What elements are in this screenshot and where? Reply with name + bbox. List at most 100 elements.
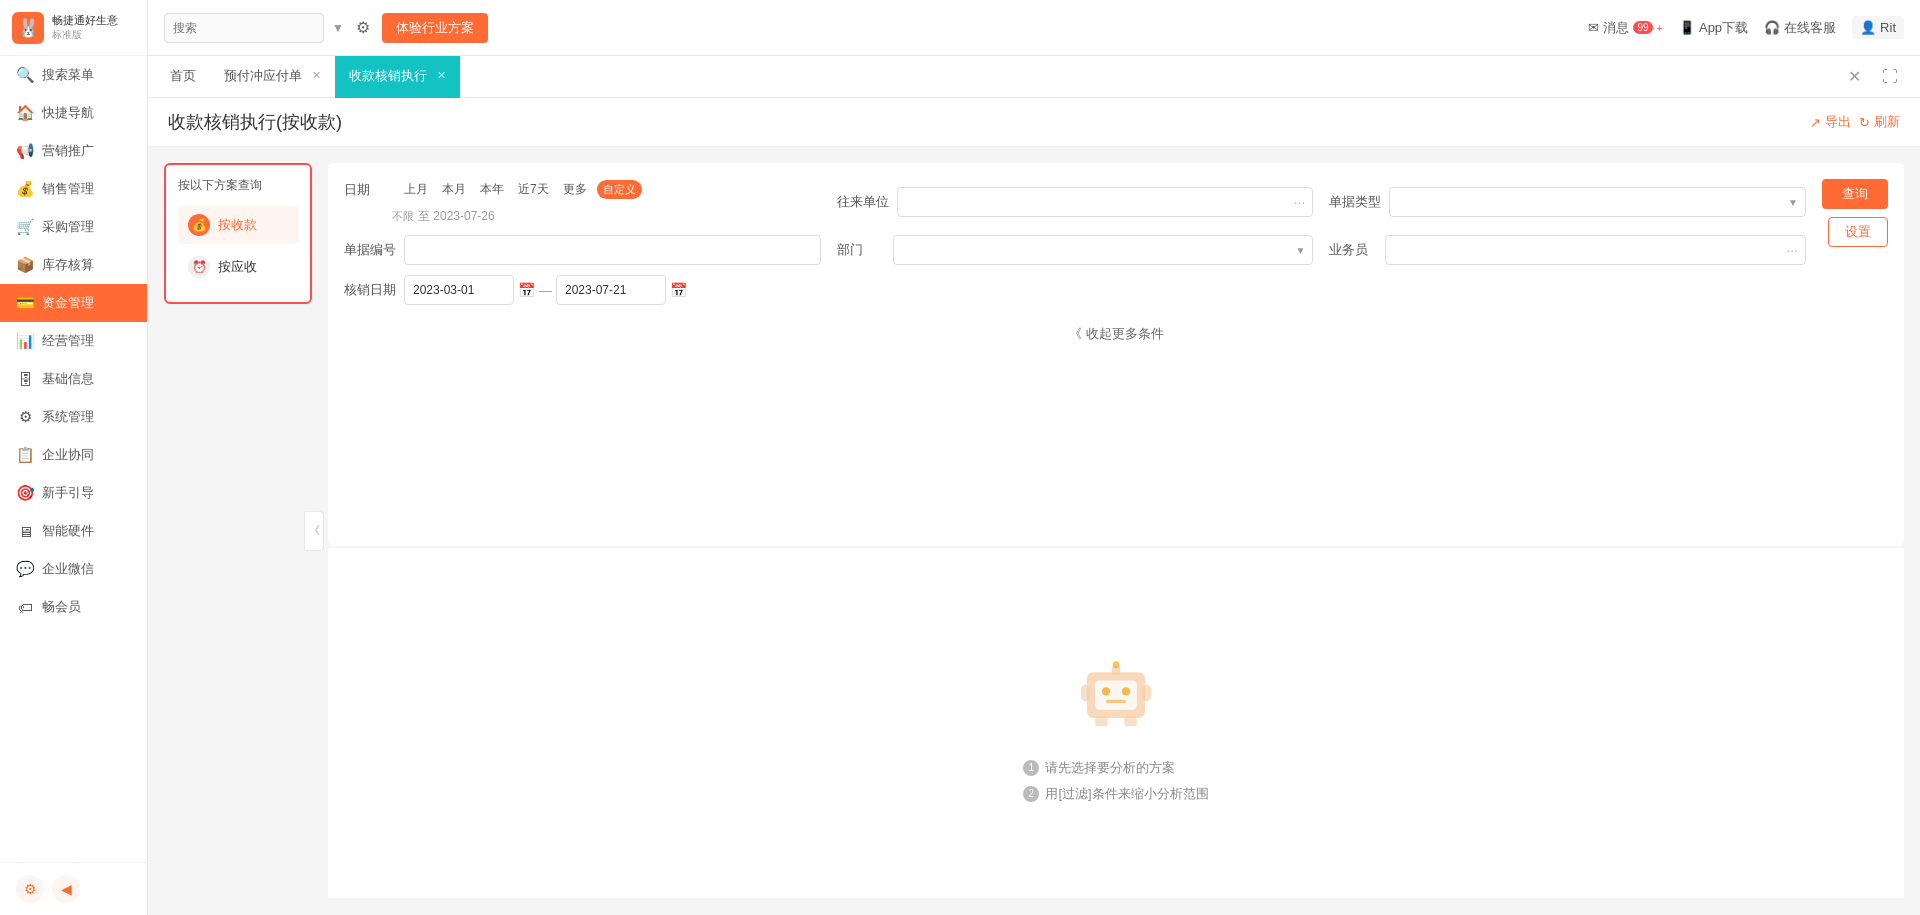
purchase-icon: 🛒 <box>16 218 34 236</box>
export-icon: ↗ <box>1810 115 1821 130</box>
sidebar-item-hardware[interactable]: 🖥 智能硬件 <box>0 512 147 550</box>
svg-rect-9 <box>1095 716 1108 726</box>
counterpart-field: 往来单位 ··· <box>837 187 1314 217</box>
sidebar-item-member[interactable]: 🏷 畅会员 <box>0 588 147 626</box>
app-download-button[interactable]: 📱 App下载 <box>1679 19 1748 37</box>
custom-date-tag[interactable]: 自定义 <box>597 180 642 199</box>
last7days-btn[interactable]: 近7天 <box>514 179 553 200</box>
message-label: 消息 <box>1603 19 1629 37</box>
sidebar-item-purchase[interactable]: 🛒 采购管理 <box>0 208 147 246</box>
sidebar-item-inventory[interactable]: 📦 库存核算 <box>0 246 147 284</box>
query-button[interactable]: 查询 <box>1822 179 1888 209</box>
message-button[interactable]: ✉ 消息 99 + <box>1588 19 1663 37</box>
this-month-btn[interactable]: 本月 <box>438 179 470 200</box>
verify-date-end-input[interactable] <box>556 275 666 305</box>
sidebar-item-collab[interactable]: 📋 企业协同 <box>0 436 147 474</box>
gear-icon[interactable]: ⚙ <box>356 18 370 37</box>
sidebar-item-search[interactable]: 🔍 搜索菜单 <box>0 56 147 94</box>
fields-row-2: 单据编号 部门 <box>344 235 1806 265</box>
online-service-button[interactable]: 🎧 在线客服 <box>1764 19 1836 37</box>
chevron-down-icon[interactable]: ▼ <box>332 21 344 35</box>
last-month-btn[interactable]: 上月 <box>400 179 432 200</box>
export-label: 导出 <box>1825 113 1851 131</box>
message-badge: 99 <box>1633 21 1652 34</box>
sidebar-label-system: 系统管理 <box>42 408 94 426</box>
expand-window-button[interactable]: ⛶ <box>1876 63 1904 91</box>
collapse-more-label: 收起更多条件 <box>1086 325 1164 343</box>
sidebar-item-weixin[interactable]: 💬 企业微信 <box>0 550 147 588</box>
filter-label-receivable: 按应收 <box>218 258 257 276</box>
close-icon[interactable]: ✕ <box>312 69 321 82</box>
filter-collapse-button[interactable]: 《 <box>304 511 324 551</box>
filter-item-by-receipt[interactable]: 💰 按收款 <box>178 206 298 244</box>
svg-point-6 <box>1113 661 1120 668</box>
message-plus: + <box>1657 22 1663 34</box>
this-year-btn[interactable]: 本年 <box>476 179 508 200</box>
logo-text-block: 畅捷通好生意 标准版 <box>52 13 118 41</box>
header-search-input[interactable] <box>164 13 324 43</box>
close-icon[interactable]: ✕ <box>437 69 446 82</box>
sidebar-item-finance[interactable]: 💳 资金管理 <box>0 284 147 322</box>
empty-state-area: 1 请先选择要分析的方案 2 用[过滤]条件来缩小分析范围 <box>328 548 1904 899</box>
more-date-btn[interactable]: 更多 <box>559 179 591 200</box>
docno-input[interactable] <box>404 235 821 265</box>
tab-home[interactable]: 首页 <box>156 56 210 98</box>
sidebar-label-search: 搜索菜单 <box>42 66 94 84</box>
message-icon: ✉ <box>1588 20 1599 35</box>
verify-date-start-input[interactable] <box>404 275 514 305</box>
calendar-end-icon[interactable]: 📅 <box>670 282 687 298</box>
sidebar-item-guide[interactable]: 🎯 新手引导 <box>0 474 147 512</box>
page-actions: ↗ 导出 ↻ 刷新 <box>1810 113 1900 143</box>
service-icon: 🎧 <box>1764 20 1780 35</box>
tab-verify[interactable]: 收款核销执行 ✕ <box>335 56 460 98</box>
sidebar-item-operations[interactable]: 📊 经营管理 <box>0 322 147 360</box>
refresh-icon: ↻ <box>1859 115 1870 130</box>
svg-rect-8 <box>1143 684 1151 701</box>
sidebar-item-basicinfo[interactable]: 🗄 基础信息 <box>0 360 147 398</box>
sidebar-collapse-button[interactable]: ◀ <box>52 875 80 903</box>
refresh-label: 刷新 <box>1874 113 1900 131</box>
empty-tip-1: 1 请先选择要分析的方案 <box>1023 759 1208 777</box>
tab-bar-end: ✕ ⛶ <box>1840 63 1912 91</box>
settings-button[interactable]: 设置 <box>1828 217 1888 247</box>
sidebar-item-system[interactable]: ⚙ 系统管理 <box>0 398 147 436</box>
settings-bottom-icon[interactable]: ⚙ <box>16 875 44 903</box>
calendar-start-icon[interactable]: 📅 <box>518 282 535 298</box>
sidebar-item-sales[interactable]: 💰 销售管理 <box>0 170 147 208</box>
docno-label: 单据编号 <box>344 241 396 259</box>
home-icon: 🏠 <box>16 104 34 122</box>
svg-rect-4 <box>1106 699 1126 702</box>
export-button[interactable]: ↗ 导出 <box>1810 113 1851 131</box>
header-search-area: ▼ <box>164 13 344 43</box>
member-icon: 🏷 <box>16 598 34 616</box>
dept-select[interactable] <box>893 235 1314 265</box>
counterpart-dots-icon[interactable]: ··· <box>1294 194 1306 210</box>
collapse-more-button[interactable]: 《 收起更多条件 <box>344 317 1888 351</box>
sidebar-item-quicknav[interactable]: 🏠 快捷导航 <box>0 94 147 132</box>
doctype-select[interactable] <box>1389 187 1806 217</box>
doctype-select-wrapper: ▼ <box>1389 187 1806 217</box>
tab-prepay[interactable]: 预付冲应付单 ✕ <box>210 56 335 98</box>
close-window-button[interactable]: ✕ <box>1840 63 1868 91</box>
filter-item-by-receivable[interactable]: ⏰ 按应收 <box>178 248 298 286</box>
logo-area: 🐰 畅捷通好生意 标准版 <box>0 0 147 56</box>
date-row: 日期 上月 本月 本年 近7天 更多 自定义 <box>344 179 642 200</box>
query-wrapper: 日期 上月 本月 本年 近7天 更多 自定义 <box>328 163 1904 898</box>
empty-illustration <box>1066 643 1166 743</box>
logo-icon: 🐰 <box>12 12 44 44</box>
user-menu-button[interactable]: 👤 Rit <box>1852 16 1904 39</box>
receipt-filter-icon: 💰 <box>188 214 210 236</box>
solution-button[interactable]: 体验行业方案 <box>382 13 488 43</box>
fields-row-1: 日期 上月 本月 本年 近7天 更多 自定义 <box>344 179 1806 225</box>
logo-name: 畅捷通好生意 <box>52 13 118 27</box>
salesperson-input[interactable] <box>1385 235 1806 265</box>
header-right-area: ✉ 消息 99 + 📱 App下载 🎧 在线客服 👤 Rit <box>1588 16 1904 39</box>
counterpart-input[interactable] <box>897 187 1314 217</box>
refresh-button[interactable]: ↻ 刷新 <box>1859 113 1900 131</box>
operations-icon: 📊 <box>16 332 34 350</box>
salesperson-dots-icon[interactable]: ··· <box>1786 242 1798 258</box>
sidebar-item-marketing[interactable]: 📢 营销推广 <box>0 132 147 170</box>
weixin-icon: 💬 <box>16 560 34 578</box>
date-unlimited-text: 不限 <box>392 209 414 224</box>
filter-panel: 按以下方案查询 💰 按收款 ⏰ 按应收 <box>164 163 312 304</box>
